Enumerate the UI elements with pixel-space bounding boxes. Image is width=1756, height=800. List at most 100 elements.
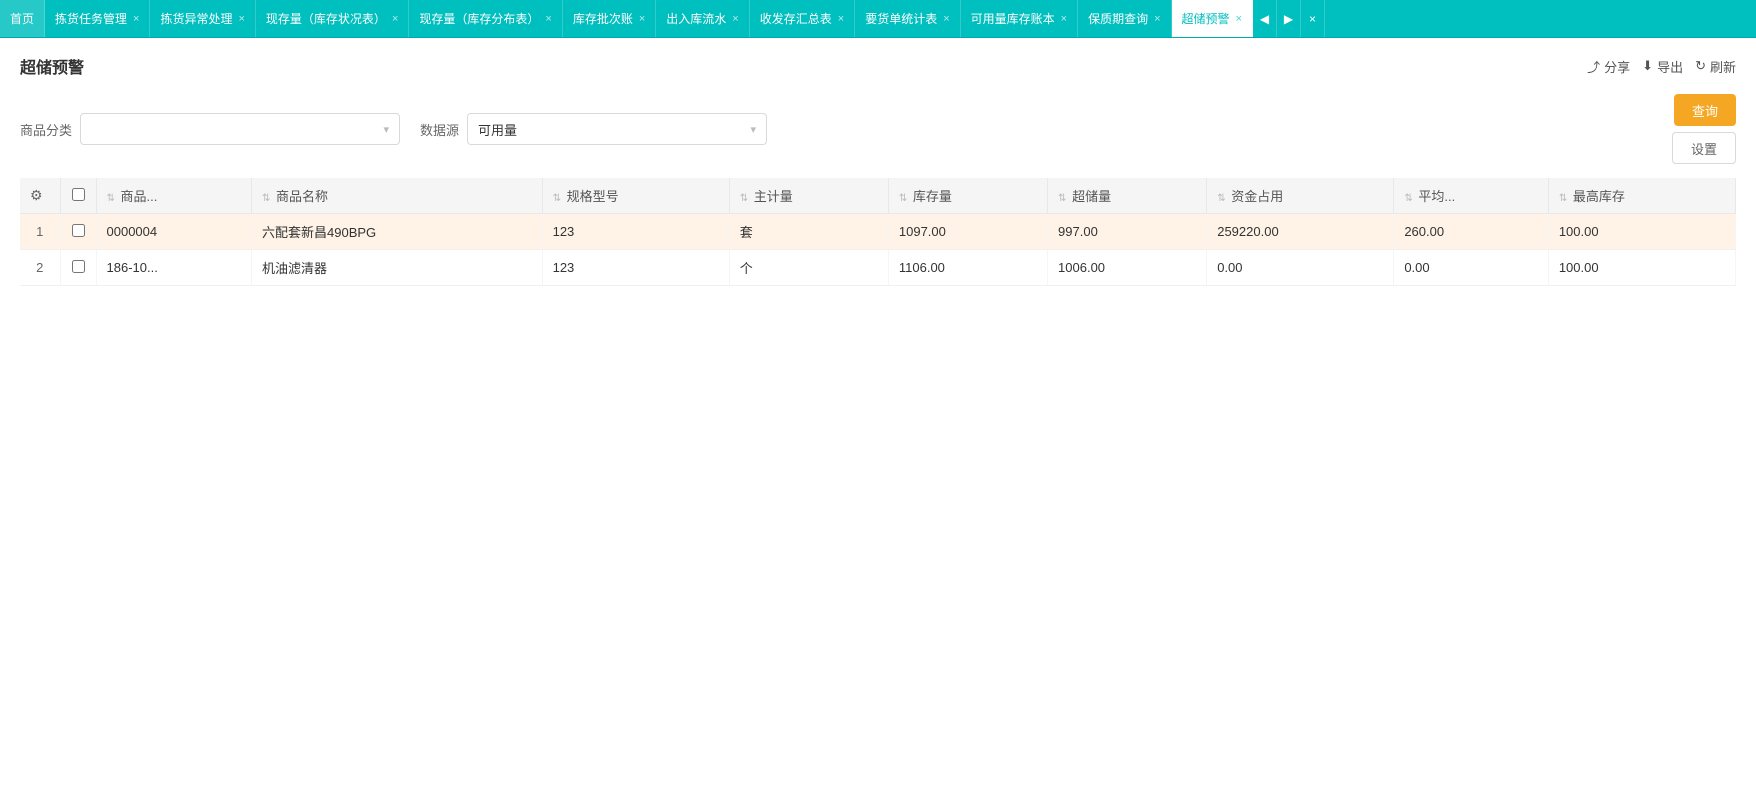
- th-stock: ⇅ 库存量: [888, 178, 1047, 214]
- row-unit: 套: [729, 214, 888, 250]
- refresh-icon: ↻: [1695, 58, 1706, 74]
- sort-icon-goods-name: ⇅: [262, 193, 270, 204]
- th-max-stock: ⇅ 最高库存: [1548, 178, 1735, 214]
- row-overstock: 997.00: [1048, 214, 1207, 250]
- nav-tab-task-mgmt-close[interactable]: ×: [133, 13, 139, 25]
- row-checkbox[interactable]: [72, 224, 85, 237]
- share-button[interactable]: ⤴ 分享: [1587, 57, 1630, 76]
- nav-tab-quality-check-label: 保质期查询: [1088, 10, 1148, 27]
- main-content: 超储预警 ⤴ 分享 ⬇ 导出 ↻ 刷新 商品分类 ▾ 数据源: [0, 38, 1756, 800]
- datasource-filter: 数据源 可用量 ▾: [420, 113, 767, 145]
- query-button[interactable]: 查询: [1674, 94, 1736, 126]
- nav-tab-order-stats-close[interactable]: ×: [943, 13, 949, 25]
- row-spec: 123: [542, 250, 729, 286]
- row-goods-name: 六配套新昌490BPG: [252, 214, 543, 250]
- category-select[interactable]: ▾: [80, 113, 400, 145]
- nav-tab-collect-summary-close[interactable]: ×: [838, 13, 844, 25]
- nav-tab-stock-dist[interactable]: 现存量（库存分布表） ×: [409, 0, 562, 38]
- nav-tab-batch-label: 库存批次账: [573, 10, 633, 27]
- row-max-stock: 100.00: [1548, 250, 1735, 286]
- row-max-stock: 100.00: [1548, 214, 1735, 250]
- nav-tab-inout-flow[interactable]: 出入库流水 ×: [656, 0, 749, 38]
- nav-tab-quality-check[interactable]: 保质期查询 ×: [1078, 0, 1171, 38]
- row-checkbox[interactable]: [72, 260, 85, 273]
- share-icon: ⤴: [1587, 57, 1600, 76]
- nav-tab-overstock[interactable]: 超储预警 ×: [1172, 0, 1253, 38]
- nav-tab-inout-flow-label: 出入库流水: [666, 10, 726, 27]
- row-avg: 260.00: [1394, 214, 1549, 250]
- nav-tab-collect-summary[interactable]: 收发存汇总表 ×: [750, 0, 855, 38]
- export-label: 导出: [1657, 57, 1683, 76]
- row-avg: 0.00: [1394, 250, 1549, 286]
- row-checkbox-cell: [60, 250, 96, 286]
- table-header-row: ⚙ ⇅ 商品... ⇅ 商品名称 ⇅ 规格型号 ⇅: [20, 178, 1736, 214]
- nav-tab-batch[interactable]: 库存批次账 ×: [563, 0, 656, 38]
- page-title: 超储预警: [20, 54, 84, 78]
- datasource-select[interactable]: 可用量 ▾: [467, 113, 767, 145]
- nav-expand-button[interactable]: ×: [1301, 0, 1325, 38]
- row-overstock: 1006.00: [1048, 250, 1207, 286]
- th-overstock: ⇅ 超储量: [1048, 178, 1207, 214]
- export-icon: ⬇: [1642, 58, 1653, 74]
- nav-tab-home[interactable]: 首页: [0, 0, 45, 38]
- row-goods-code: 0000004: [96, 214, 252, 250]
- refresh-button[interactable]: ↻ 刷新: [1695, 57, 1736, 76]
- row-index: 2: [20, 250, 60, 286]
- settings-button[interactable]: 设置: [1672, 132, 1736, 164]
- nav-tab-stock-status-label: 现存量（库存状况表）: [266, 10, 386, 27]
- sort-icon-overstock: ⇅: [1058, 193, 1066, 204]
- th-unit: ⇅ 主计量: [729, 178, 888, 214]
- page-header: 超储预警 ⤴ 分享 ⬇ 导出 ↻ 刷新: [20, 54, 1736, 78]
- nav-tab-available-acct-label: 可用量库存账本: [971, 10, 1055, 27]
- gear-icon[interactable]: ⚙: [30, 187, 43, 203]
- category-label: 商品分类: [20, 120, 72, 139]
- nav-tab-collect-summary-label: 收发存汇总表: [760, 10, 832, 27]
- category-filter: 商品分类 ▾: [20, 113, 400, 145]
- nav-tab-stock-status[interactable]: 现存量（库存状况表） ×: [256, 0, 409, 38]
- sort-icon-goods-code: ⇅: [107, 193, 115, 204]
- row-unit: 个: [729, 250, 888, 286]
- chevron-down-icon-2: ▾: [751, 123, 757, 136]
- row-capital: 0.00: [1207, 250, 1394, 286]
- select-all-checkbox[interactable]: [72, 188, 85, 201]
- data-table: ⚙ ⇅ 商品... ⇅ 商品名称 ⇅ 规格型号 ⇅: [20, 178, 1736, 286]
- nav-tab-quality-check-close[interactable]: ×: [1154, 13, 1160, 25]
- nav-tab-order-stats[interactable]: 要货单统计表 ×: [855, 0, 960, 38]
- nav-prev-button[interactable]: ◀: [1253, 0, 1277, 38]
- header-actions: ⤴ 分享 ⬇ 导出 ↻ 刷新: [1587, 57, 1736, 76]
- nav-tab-abnormal-label: 拣货异常处理: [160, 10, 232, 27]
- nav-tab-overstock-close[interactable]: ×: [1236, 13, 1242, 25]
- sort-icon-stock: ⇅: [899, 193, 907, 204]
- nav-tab-available-acct[interactable]: 可用量库存账本 ×: [961, 0, 1078, 38]
- filter-row: 商品分类 ▾ 数据源 可用量 ▾ 查询 设置: [20, 94, 1736, 164]
- nav-tab-abnormal-close[interactable]: ×: [238, 13, 244, 25]
- nav-next-button[interactable]: ▶: [1277, 0, 1301, 38]
- top-navigation: 首页 拣货任务管理 × 拣货异常处理 × 现存量（库存状况表） × 现存量（库存…: [0, 0, 1756, 38]
- nav-tab-order-stats-label: 要货单统计表: [865, 10, 937, 27]
- nav-tab-batch-close[interactable]: ×: [639, 13, 645, 25]
- th-goods-name: ⇅ 商品名称: [252, 178, 543, 214]
- th-capital: ⇅ 资金占用: [1207, 178, 1394, 214]
- share-label: 分享: [1604, 57, 1630, 76]
- nav-tab-stock-dist-close[interactable]: ×: [545, 13, 551, 25]
- row-capital: 259220.00: [1207, 214, 1394, 250]
- row-goods-code: 186-10...: [96, 250, 252, 286]
- row-spec: 123: [542, 214, 729, 250]
- datasource-value: 可用量: [478, 120, 517, 139]
- refresh-label: 刷新: [1710, 57, 1736, 76]
- nav-tab-stock-status-close[interactable]: ×: [392, 13, 398, 25]
- nav-tab-available-acct-close[interactable]: ×: [1061, 13, 1067, 25]
- table-row: 1 0000004 六配套新昌490BPG 123 套 1097.00 997.…: [20, 214, 1736, 250]
- th-spec: ⇅ 规格型号: [542, 178, 729, 214]
- nav-tab-task-mgmt[interactable]: 拣货任务管理 ×: [45, 0, 150, 38]
- sort-icon-spec: ⇅: [553, 193, 561, 204]
- th-goods-code: ⇅ 商品...: [96, 178, 252, 214]
- chevron-down-icon: ▾: [383, 123, 389, 136]
- export-button[interactable]: ⬇ 导出: [1642, 57, 1683, 76]
- nav-tab-inout-flow-close[interactable]: ×: [732, 13, 738, 25]
- row-goods-name: 机油滤清器: [252, 250, 543, 286]
- row-checkbox-cell: [60, 214, 96, 250]
- sort-icon-capital: ⇅: [1217, 193, 1225, 204]
- nav-tab-home-label: 首页: [10, 10, 34, 27]
- nav-tab-abnormal[interactable]: 拣货异常处理 ×: [150, 0, 255, 38]
